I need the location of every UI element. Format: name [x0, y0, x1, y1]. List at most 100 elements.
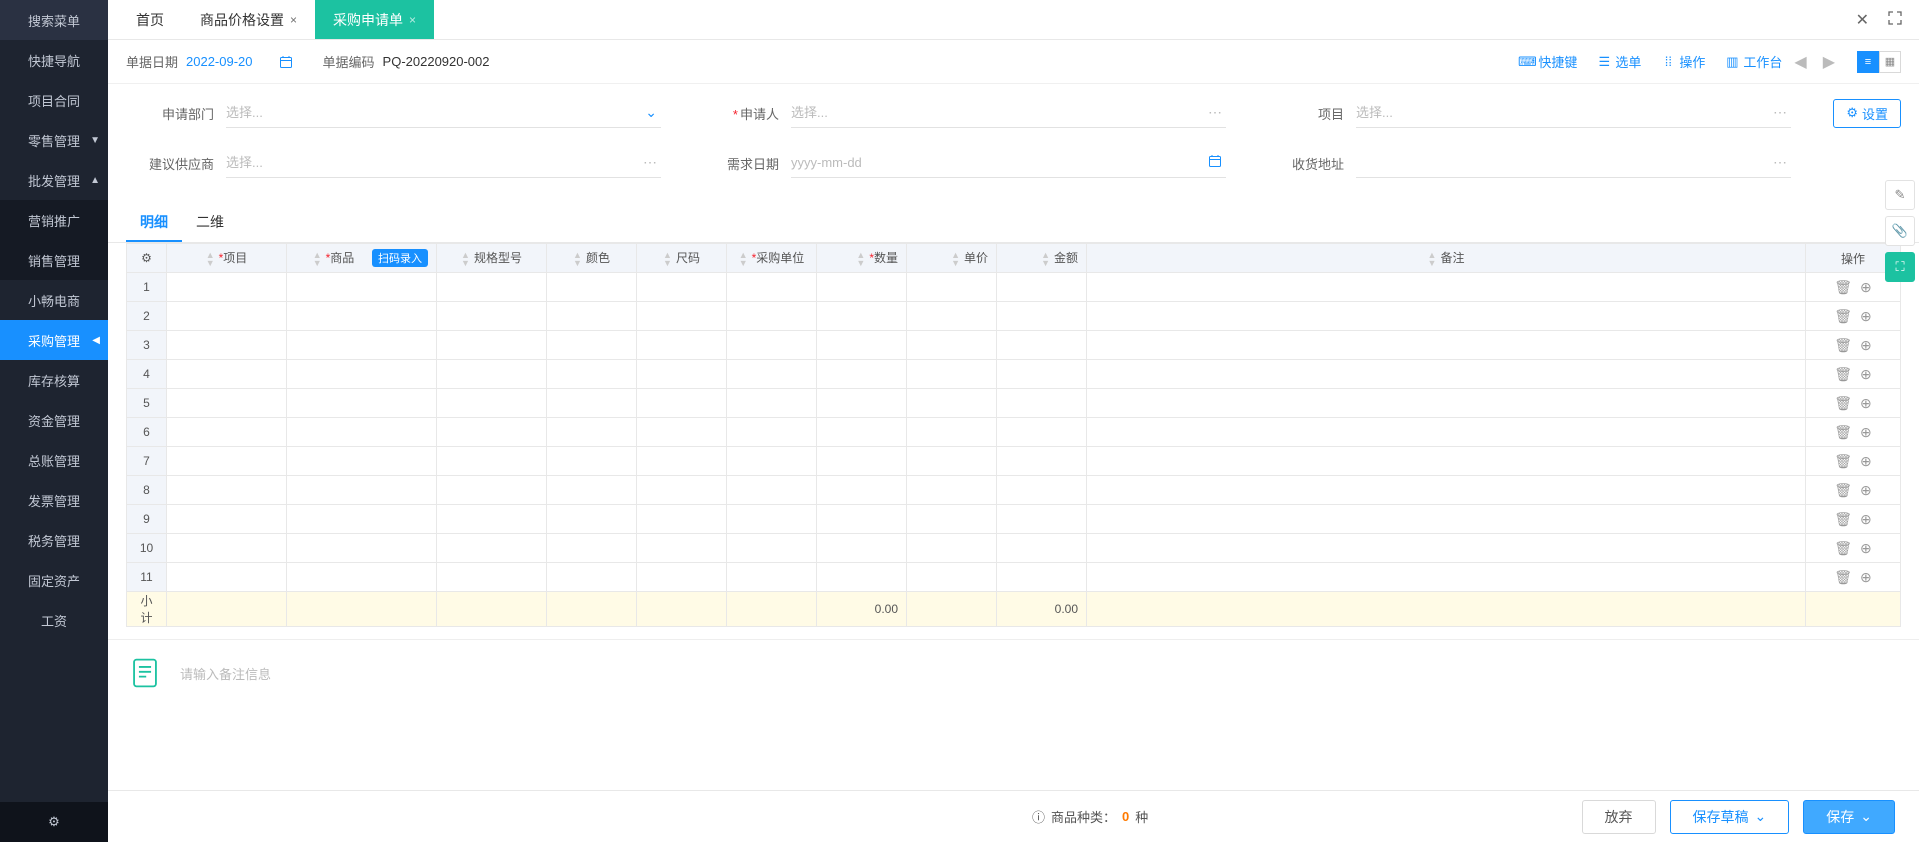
sidebar-item-9[interactable]: 库存核算 — [0, 360, 108, 400]
prev-doc-button[interactable]: ◀ — [1790, 52, 1810, 72]
close-icon[interactable]: × — [409, 13, 416, 27]
col-qty[interactable]: ▲▼*数量 — [817, 244, 907, 273]
close-tab-icon[interactable]: ✕ — [1856, 10, 1869, 30]
supplier-input[interactable] — [226, 155, 661, 170]
col-spec[interactable]: ▲▼规格型号 — [437, 244, 547, 273]
save-draft-button[interactable]: 保存草稿⌄ — [1670, 800, 1790, 834]
need-date-input[interactable] — [791, 155, 1226, 170]
fullscreen-icon[interactable] — [1887, 10, 1903, 29]
add-row-icon[interactable]: ⊕ — [1860, 424, 1872, 440]
sidebar-item-1[interactable]: 快捷导航 — [0, 40, 108, 80]
sidebar-item-10[interactable]: 资金管理 — [0, 400, 108, 440]
sidebar-item-2[interactable]: 项目合同 — [0, 80, 108, 120]
tab-1[interactable]: 商品价格设置× — [182, 0, 315, 39]
col-color[interactable]: ▲▼颜色 — [547, 244, 637, 273]
add-row-icon[interactable]: ⊕ — [1860, 308, 1872, 324]
remarks-input[interactable] — [180, 667, 1897, 682]
col-price[interactable]: ▲▼单价 — [907, 244, 997, 273]
more-icon[interactable]: ⋯ — [643, 154, 657, 171]
delete-row-icon[interactable]: 🗑 — [1834, 308, 1852, 324]
table-row[interactable]: 1🗑⊕ — [127, 273, 1901, 302]
table-row[interactable]: 3🗑⊕ — [127, 331, 1901, 360]
ship-addr-input[interactable] — [1356, 155, 1791, 170]
sidebar-item-4[interactable]: 批发管理▲ — [0, 160, 108, 200]
add-row-icon[interactable]: ⊕ — [1860, 482, 1872, 498]
settings-button[interactable]: ⚙设置 — [1833, 99, 1901, 128]
project-input[interactable] — [1356, 105, 1791, 120]
col-unit[interactable]: ▲▼*采购单位 — [727, 244, 817, 273]
rail-note-button[interactable]: ✎ — [1885, 180, 1915, 210]
add-row-icon[interactable]: ⊕ — [1860, 453, 1872, 469]
col-remark[interactable]: ▲▼备注 — [1087, 244, 1806, 273]
abandon-button[interactable]: 放弃 — [1582, 800, 1656, 834]
more-icon[interactable]: ⋯ — [1773, 154, 1787, 171]
operation-button[interactable]: ⁞⁞操作 — [1661, 52, 1705, 71]
table-row[interactable]: 8🗑⊕ — [127, 476, 1901, 505]
doc-date-value[interactable]: 2022-09-20 — [186, 54, 253, 69]
col-project[interactable]: ▲▼*项目 — [167, 244, 287, 273]
add-row-icon[interactable]: ⊕ — [1860, 569, 1872, 585]
add-row-icon[interactable]: ⊕ — [1860, 279, 1872, 295]
table-row[interactable]: 11🗑⊕ — [127, 563, 1901, 592]
delete-row-icon[interactable]: 🗑 — [1834, 395, 1852, 411]
table-row[interactable]: 9🗑⊕ — [127, 505, 1901, 534]
close-icon[interactable]: × — [290, 13, 297, 27]
sidebar-item-14[interactable]: 固定资产 — [0, 560, 108, 600]
sidebar-settings[interactable]: ⚙ — [0, 802, 108, 842]
table-row[interactable]: 6🗑⊕ — [127, 418, 1901, 447]
rail-attach-button[interactable]: 📎 — [1885, 216, 1915, 246]
add-row-icon[interactable]: ⊕ — [1860, 395, 1872, 411]
tab-0[interactable]: 首页 — [118, 0, 182, 39]
sidebar-item-12[interactable]: 发票管理 — [0, 480, 108, 520]
col-amount[interactable]: ▲▼金额 — [997, 244, 1087, 273]
delete-row-icon[interactable]: 🗑 — [1834, 511, 1852, 527]
save-button[interactable]: 保存⌄ — [1803, 800, 1895, 834]
delete-row-icon[interactable]: 🗑 — [1834, 540, 1852, 556]
view-list-button[interactable]: ≡ — [1857, 51, 1879, 73]
tab-2[interactable]: 采购申请单× — [315, 0, 434, 39]
delete-row-icon[interactable]: 🗑 — [1834, 453, 1852, 469]
delete-row-icon[interactable]: 🗑 — [1834, 337, 1852, 353]
chevron-down-icon[interactable]: ⌄ — [645, 104, 657, 121]
add-row-icon[interactable]: ⊕ — [1860, 511, 1872, 527]
sidebar-item-15[interactable]: 工资 — [0, 600, 108, 640]
col-size[interactable]: ▲▼尺码 — [637, 244, 727, 273]
add-row-icon[interactable]: ⊕ — [1860, 540, 1872, 556]
subtab-2d[interactable]: 二维 — [182, 204, 238, 242]
delete-row-icon[interactable]: 🗑 — [1834, 279, 1852, 295]
delete-row-icon[interactable]: 🗑 — [1834, 569, 1852, 585]
scan-badge[interactable]: 扫码录入 — [372, 249, 428, 267]
sidebar-item-0[interactable]: 搜索菜单 — [0, 0, 108, 40]
more-icon[interactable]: ⋯ — [1773, 104, 1787, 121]
view-grid-button[interactable]: ▦ — [1879, 51, 1901, 73]
calendar-icon[interactable] — [279, 55, 293, 69]
delete-row-icon[interactable]: 🗑 — [1834, 366, 1852, 382]
table-row[interactable]: 10🗑⊕ — [127, 534, 1901, 563]
next-doc-button[interactable]: ▶ — [1819, 52, 1839, 72]
subtab-detail[interactable]: 明细 — [126, 204, 182, 242]
sidebar-item-11[interactable]: 总账管理 — [0, 440, 108, 480]
sidebar-item-7[interactable]: 小畅电商 — [0, 280, 108, 320]
apply-dept-input[interactable] — [226, 105, 661, 120]
sidebar-item-6[interactable]: 销售管理 — [0, 240, 108, 280]
rail-expand-button[interactable]: ⛶ — [1885, 252, 1915, 282]
workbench-button[interactable]: ▥工作台 — [1725, 52, 1782, 71]
sidebar-item-3[interactable]: 零售管理▼ — [0, 120, 108, 160]
table-row[interactable]: 2🗑⊕ — [127, 302, 1901, 331]
add-row-icon[interactable]: ⊕ — [1860, 337, 1872, 353]
delete-row-icon[interactable]: 🗑 — [1834, 482, 1852, 498]
sidebar-item-8[interactable]: 采购管理◀ — [0, 320, 108, 360]
table-row[interactable]: 5🗑⊕ — [127, 389, 1901, 418]
delete-row-icon[interactable]: 🗑 — [1834, 424, 1852, 440]
more-icon[interactable]: ⋯ — [1208, 104, 1222, 121]
applicant-input[interactable] — [791, 105, 1226, 120]
table-row[interactable]: 4🗑⊕ — [127, 360, 1901, 389]
col-product[interactable]: ▲▼*商品扫码录入 — [287, 244, 437, 273]
add-row-icon[interactable]: ⊕ — [1860, 366, 1872, 382]
select-doc-button[interactable]: ☰选单 — [1597, 52, 1641, 71]
table-row[interactable]: 7🗑⊕ — [127, 447, 1901, 476]
sidebar-item-5[interactable]: 营销推广 — [0, 200, 108, 240]
sidebar-item-13[interactable]: 税务管理 — [0, 520, 108, 560]
table-settings-button[interactable]: ⚙ — [127, 244, 167, 273]
calendar-icon[interactable] — [1208, 154, 1222, 171]
